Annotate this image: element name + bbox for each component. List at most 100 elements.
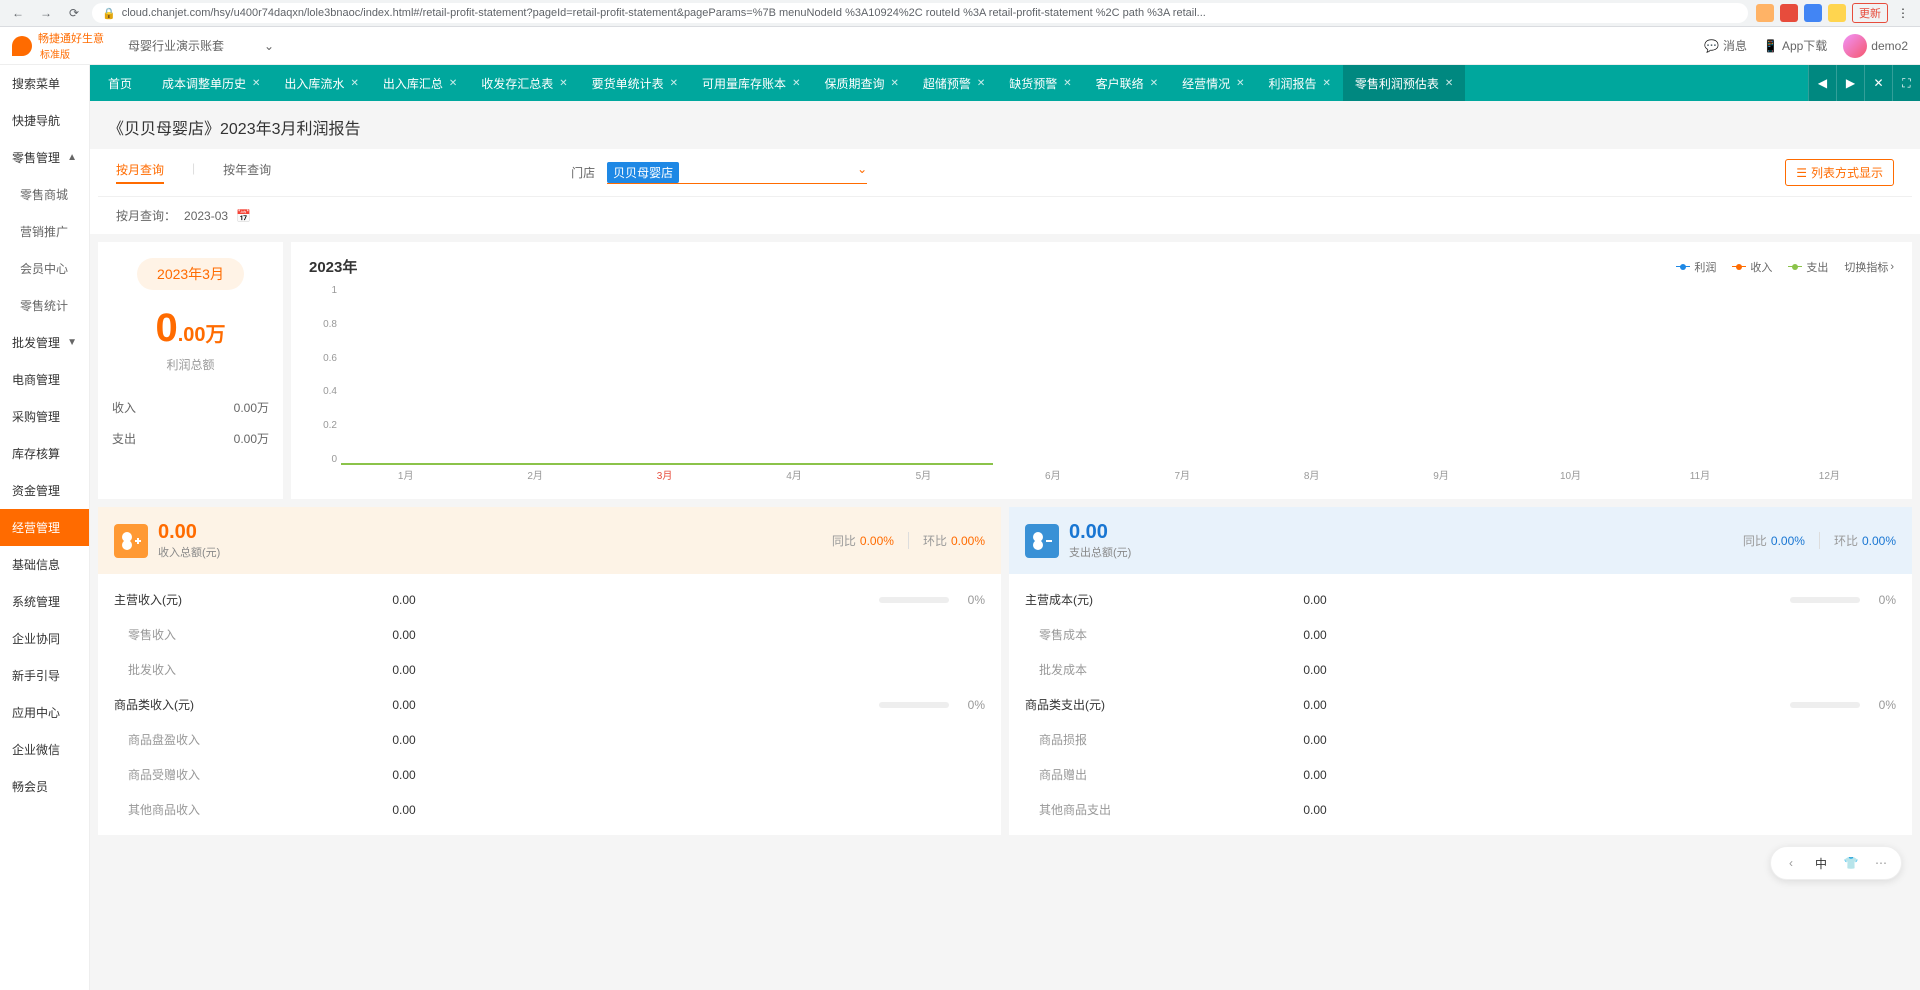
sidebar-item[interactable]: 搜索菜单: [0, 65, 89, 102]
close-icon[interactable]: ✕: [1150, 78, 1158, 89]
tab[interactable]: 可用量库存账本✕: [690, 65, 812, 101]
nav-back-icon[interactable]: ←: [8, 3, 28, 23]
close-icon[interactable]: ✕: [1445, 78, 1453, 89]
tab[interactable]: 收发存汇总表✕: [469, 65, 579, 101]
tab[interactable]: 出入库汇总✕: [371, 65, 469, 101]
ext-icon-2[interactable]: [1780, 4, 1798, 22]
main: 首页成本调整单历史✕出入库流水✕出入库汇总✕收发存汇总表✕要货单统计表✕可用量库…: [90, 65, 1920, 990]
sidebar-item[interactable]: 应用中心: [0, 694, 89, 731]
sidebar-item[interactable]: 批发管理▼: [0, 324, 89, 361]
month-query-value: 2023-03: [184, 209, 228, 223]
x-tick: 5月: [859, 467, 988, 485]
ext-icon-4[interactable]: [1828, 4, 1846, 22]
legend-item[interactable]: 利润: [1676, 259, 1716, 275]
data-row: 零售收入0.00: [114, 617, 985, 652]
sidebar-item[interactable]: 快捷导航: [0, 102, 89, 139]
tab[interactable]: 零售利润预估表✕: [1343, 65, 1465, 101]
switch-metric-button[interactable]: 切换指标›: [1844, 259, 1894, 275]
close-icon[interactable]: ✕: [350, 78, 358, 89]
filter-by-month[interactable]: 按月查询: [116, 161, 164, 184]
avatar: [1843, 34, 1867, 58]
close-icon[interactable]: ✕: [792, 78, 800, 89]
sidebar-item[interactable]: 企业微信: [0, 731, 89, 768]
nav-forward-icon[interactable]: →: [36, 3, 56, 23]
tab[interactable]: 成本调整单历史✕: [150, 65, 272, 101]
content: 2023年3月 0.00万 利润总额 收入0.00万 支出0.00万: [90, 234, 1920, 990]
browser-update-button[interactable]: 更新: [1852, 3, 1888, 23]
x-tick: 6月: [988, 467, 1117, 485]
legend-item[interactable]: 支出: [1788, 259, 1828, 275]
browser-menu-icon[interactable]: ⋮: [1894, 6, 1912, 20]
data-row: 其他商品收入0.00: [114, 792, 985, 827]
tab-scroll-left[interactable]: ◀: [1808, 65, 1836, 101]
sidebar: 搜索菜单快捷导航零售管理▲零售商城营销推广会员中心零售统计批发管理▼电商管理采购…: [0, 65, 90, 990]
tab[interactable]: 经营情况✕: [1170, 65, 1256, 101]
user-menu[interactable]: demo2: [1843, 34, 1908, 58]
store-selector[interactable]: 门店 贝贝母婴店 ⌄: [571, 162, 867, 184]
sidebar-item[interactable]: 电商管理: [0, 361, 89, 398]
period-pill: 2023年3月: [137, 258, 244, 290]
sidebar-item[interactable]: 系统管理: [0, 583, 89, 620]
sidebar-item[interactable]: 营销推广: [0, 213, 89, 250]
x-tick: 7月: [1118, 467, 1247, 485]
x-tick: 10月: [1506, 467, 1635, 485]
close-icon[interactable]: ✕: [1323, 78, 1331, 89]
chart-title: 2023年: [309, 256, 357, 277]
sidebar-item[interactable]: 新手引导: [0, 657, 89, 694]
account-selector[interactable]: 母婴行业演示账套 ⌄: [128, 37, 274, 54]
tab[interactable]: 缺货预警✕: [997, 65, 1083, 101]
sidebar-item[interactable]: 库存核算: [0, 435, 89, 472]
store-value: 贝贝母婴店: [607, 162, 679, 183]
sidebar-item[interactable]: 企业协同: [0, 620, 89, 657]
close-icon[interactable]: ✕: [670, 78, 678, 89]
tab[interactable]: 出入库流水✕: [272, 65, 370, 101]
messages-link[interactable]: 💬 消息: [1704, 37, 1747, 54]
sidebar-item[interactable]: 零售商城: [0, 176, 89, 213]
tab[interactable]: 首页: [90, 65, 150, 101]
tab-close-all[interactable]: ✕: [1864, 65, 1892, 101]
app-download-link[interactable]: 📱 App下载: [1763, 37, 1827, 54]
tab[interactable]: 利润报告✕: [1256, 65, 1342, 101]
list-view-button[interactable]: ☰ 列表方式显示: [1785, 159, 1894, 186]
tab[interactable]: 客户联络✕: [1084, 65, 1170, 101]
data-line: [341, 463, 993, 465]
sidebar-item[interactable]: 畅会员: [0, 768, 89, 805]
tab-fullscreen[interactable]: ⛶: [1892, 65, 1920, 101]
tab-scroll-right[interactable]: ▶: [1836, 65, 1864, 101]
filter-by-year[interactable]: 按年查询: [223, 161, 271, 184]
url-bar[interactable]: 🔒cloud.chanjet.com/hsy/u400r74daqxn/lole…: [92, 3, 1748, 23]
float-collapse-icon[interactable]: ‹: [1781, 853, 1801, 873]
float-shirt-icon[interactable]: 👕: [1841, 853, 1861, 873]
close-icon[interactable]: ✕: [1236, 78, 1244, 89]
sidebar-item[interactable]: 经营管理: [0, 509, 89, 546]
close-icon[interactable]: ✕: [449, 78, 457, 89]
sidebar-item[interactable]: 采购管理: [0, 398, 89, 435]
calendar-icon[interactable]: 📅: [236, 209, 251, 223]
data-row: 商品类收入(元)0.000%: [114, 687, 985, 722]
close-icon[interactable]: ✕: [1063, 78, 1071, 89]
version-badge: 标准版: [40, 46, 104, 61]
sidebar-item[interactable]: 零售统计: [0, 287, 89, 324]
sidebar-item[interactable]: 资金管理: [0, 472, 89, 509]
close-icon[interactable]: ✕: [977, 78, 985, 89]
tab[interactable]: 要货单统计表✕: [580, 65, 690, 101]
close-icon[interactable]: ✕: [890, 78, 898, 89]
tab-strip: 首页成本调整单历史✕出入库流水✕出入库汇总✕收发存汇总表✕要货单统计表✕可用量库…: [90, 65, 1920, 101]
chart-body: 10.80.60.40.20 1月2月3月4月5月6月7月8月9月10月11月1…: [309, 285, 1894, 485]
sidebar-item[interactable]: 基础信息: [0, 546, 89, 583]
close-icon[interactable]: ✕: [559, 78, 567, 89]
data-row: 其他商品支出0.00: [1025, 792, 1896, 827]
float-lang[interactable]: 中: [1811, 853, 1831, 873]
brand-name: 畅捷通好生意: [38, 30, 104, 46]
tab[interactable]: 保质期查询✕: [812, 65, 910, 101]
tab[interactable]: 超储预警✕: [911, 65, 997, 101]
close-icon[interactable]: ✕: [252, 78, 260, 89]
float-dots-icon[interactable]: ⋯: [1871, 853, 1891, 873]
sidebar-item[interactable]: 零售管理▲: [0, 139, 89, 176]
sidebar-item[interactable]: 会员中心: [0, 250, 89, 287]
nav-reload-icon[interactable]: ⟳: [64, 3, 84, 23]
ext-icon-3[interactable]: [1804, 4, 1822, 22]
ext-icon-1[interactable]: [1756, 4, 1774, 22]
filter-bar: 按月查询 | 按年查询 门店 贝贝母婴店 ⌄ ☰ 列表方式显示 按月查询：: [98, 149, 1912, 234]
legend-item[interactable]: 收入: [1732, 259, 1772, 275]
